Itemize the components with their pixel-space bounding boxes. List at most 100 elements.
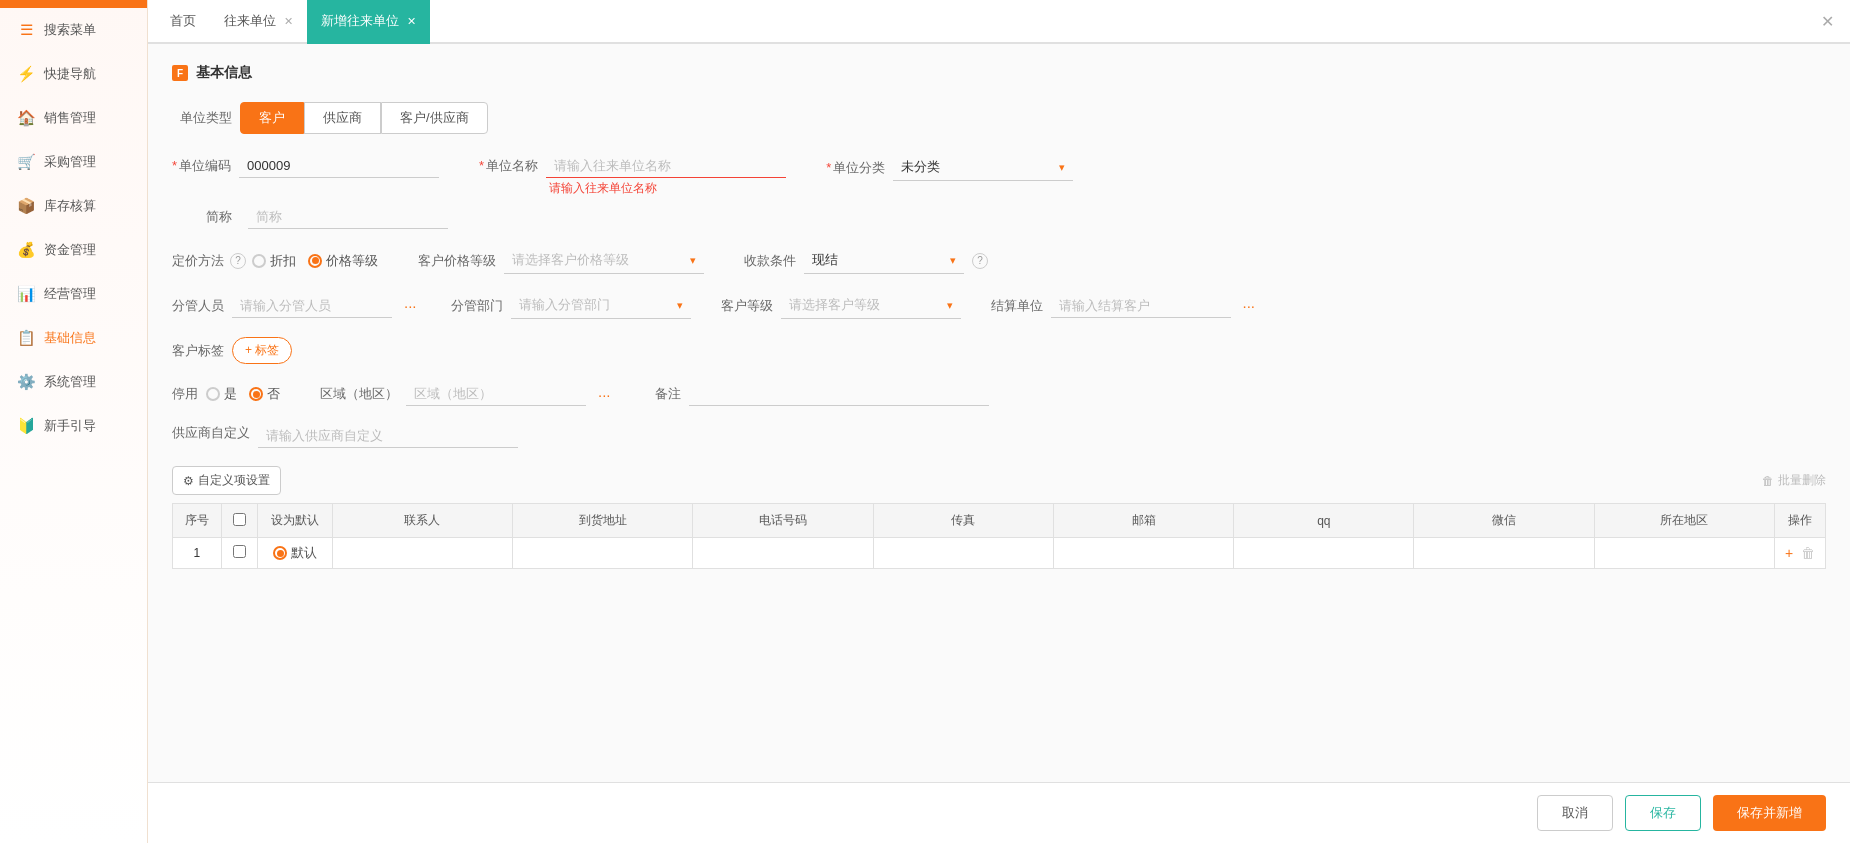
customer-price-grade-select[interactable]: 请选择客户价格等级 ▾ — [504, 247, 704, 274]
batch-delete-button[interactable]: 🗑 批量删除 — [1762, 472, 1826, 489]
sidebar-item-system[interactable]: ⚙️ 系统管理 — [0, 360, 147, 404]
cell-default: 默认 — [258, 538, 332, 569]
tab-contacts-close[interactable]: ✕ — [284, 15, 293, 28]
sales-icon: 🏠 — [16, 108, 36, 128]
sidebar-item-basic-info[interactable]: 📋 基础信息 — [0, 316, 147, 360]
tab-home[interactable]: 首页 — [156, 0, 210, 44]
inventory-icon: 📦 — [16, 196, 36, 216]
form-row-codes: *单位编码 *单位名称 请输入往来单位名称 *单位分类 未分类 — [172, 154, 1826, 197]
settings-gear-icon: ⚙ — [183, 474, 194, 488]
remark-input[interactable] — [689, 382, 989, 406]
sidebar-item-search[interactable]: ☰ 搜索菜单 — [0, 8, 147, 52]
contact-input[interactable] — [341, 546, 504, 560]
cell-fax — [873, 538, 1053, 569]
settlement-unit-input[interactable] — [1051, 294, 1231, 318]
add-row-button[interactable]: + — [1785, 545, 1793, 561]
default-radio — [273, 546, 287, 560]
col-fax: 传真 — [873, 504, 1053, 538]
field-unit-category: *单位分类 未分类 ▾ — [826, 154, 1073, 181]
sidebar-item-guide[interactable]: 🔰 新手引导 — [0, 404, 147, 448]
default-radio-option[interactable]: 默认 — [266, 544, 323, 562]
col-default: 设为默认 — [258, 504, 332, 538]
phone-input[interactable] — [701, 546, 864, 560]
supplier-custom-input[interactable] — [258, 424, 518, 448]
unit-type-supplier[interactable]: 供应商 — [304, 102, 381, 134]
short-name-label: 简称 — [172, 208, 232, 226]
tab-new-contact[interactable]: 新增往来单位 ✕ — [307, 0, 430, 44]
sidebar-top-bar — [0, 0, 147, 8]
disable-no-option[interactable]: 否 — [249, 385, 280, 403]
unit-type-both[interactable]: 客户/供应商 — [381, 102, 488, 134]
sidebar-item-sales[interactable]: 🏠 销售管理 — [0, 96, 147, 140]
save-and-new-button[interactable]: 保存并新增 — [1713, 795, 1826, 831]
sidebar-item-purchase[interactable]: 🛒 采购管理 — [0, 140, 147, 184]
save-button[interactable]: 保存 — [1625, 795, 1701, 831]
select-all-checkbox[interactable] — [233, 513, 246, 526]
cell-checkbox — [221, 538, 258, 569]
sidebar-item-quick-nav[interactable]: ⚡ 快捷导航 — [0, 52, 147, 96]
manager-input[interactable] — [232, 294, 392, 318]
sidebar-item-finance[interactable]: 💰 资金管理 — [0, 228, 147, 272]
department-chevron: ▾ — [677, 299, 683, 312]
unit-name-input[interactable] — [546, 154, 786, 178]
field-department: 分管部门 请输入分管部门 ▾ — [451, 292, 691, 319]
tab-contacts-label: 往来单位 — [224, 12, 276, 30]
department-select[interactable]: 请输入分管部门 ▾ — [511, 292, 691, 319]
email-input[interactable] — [1062, 546, 1225, 560]
region-more-btn[interactable]: ··· — [594, 386, 615, 403]
sidebar-item-inventory[interactable]: 📦 库存核算 — [0, 184, 147, 228]
tab-contacts[interactable]: 往来单位 ✕ — [210, 0, 307, 44]
field-manager: 分管人员 ··· — [172, 294, 421, 318]
short-name-input[interactable] — [248, 205, 448, 229]
custom-settings-button[interactable]: ⚙ 自定义项设置 — [172, 466, 281, 495]
col-seq: 序号 — [173, 504, 222, 538]
customer-price-grade-label: 客户价格等级 — [418, 252, 496, 270]
section-icon: F — [172, 65, 188, 81]
disable-label: 停用 — [172, 385, 198, 403]
fax-input[interactable] — [882, 546, 1045, 560]
pricing-radio-group: 折扣 价格等级 — [252, 252, 378, 270]
wechat-input[interactable] — [1422, 546, 1585, 560]
row-checkbox[interactable] — [233, 545, 246, 558]
unit-code-label: *单位编码 — [172, 157, 231, 175]
tab-bar-close-all[interactable]: ✕ — [1813, 12, 1842, 31]
unit-type-customer[interactable]: 客户 — [240, 102, 304, 134]
manager-more-btn[interactable]: ··· — [400, 297, 421, 314]
col-region: 所在地区 — [1594, 504, 1774, 538]
disable-yes-option[interactable]: 是 — [206, 385, 237, 403]
col-qq: qq — [1234, 504, 1414, 538]
col-email: 邮箱 — [1053, 504, 1233, 538]
customer-grade-select[interactable]: 请选择客户等级 ▾ — [781, 292, 961, 319]
sidebar-item-operations[interactable]: 📊 经营管理 — [0, 272, 147, 316]
row-region-input[interactable] — [1603, 546, 1766, 560]
cell-seq: 1 — [173, 538, 222, 569]
add-tag-button[interactable]: + 标签 — [232, 337, 292, 364]
address-input[interactable] — [521, 546, 684, 560]
pricing-grade-radio — [308, 254, 322, 268]
pricing-method-help[interactable]: ? — [230, 253, 246, 269]
payment-terms-help[interactable]: ? — [972, 253, 988, 269]
unit-code-input[interactable] — [239, 154, 439, 178]
delete-row-button[interactable]: 🗑 — [1801, 545, 1815, 561]
customer-grade-chevron: ▾ — [947, 299, 953, 312]
remark-label: 备注 — [655, 385, 681, 403]
cell-email — [1053, 538, 1233, 569]
cancel-button[interactable]: 取消 — [1537, 795, 1613, 831]
region-input[interactable] — [406, 382, 586, 406]
payment-terms-select[interactable]: 现结 ▾ — [804, 247, 964, 274]
unit-name-error: 请输入往来单位名称 — [549, 180, 786, 197]
unit-category-select[interactable]: 未分类 ▾ — [893, 154, 1073, 181]
col-phone: 电话号码 — [693, 504, 873, 538]
pricing-discount-option[interactable]: 折扣 — [252, 252, 296, 270]
cell-contact — [332, 538, 512, 569]
tab-new-contact-close[interactable]: ✕ — [407, 15, 416, 28]
table-toolbar: ⚙ 自定义项设置 🗑 批量删除 — [172, 466, 1826, 495]
settlement-unit-more-btn[interactable]: ··· — [1239, 297, 1260, 314]
col-wechat: 微信 — [1414, 504, 1594, 538]
col-actions: 操作 — [1775, 504, 1826, 538]
qq-input[interactable] — [1242, 546, 1405, 560]
pricing-grade-option[interactable]: 价格等级 — [308, 252, 378, 270]
sidebar-item-label: 采购管理 — [44, 153, 96, 171]
field-region: 区域（地区） ··· — [320, 382, 615, 406]
field-short-name: 简称 — [172, 205, 448, 229]
